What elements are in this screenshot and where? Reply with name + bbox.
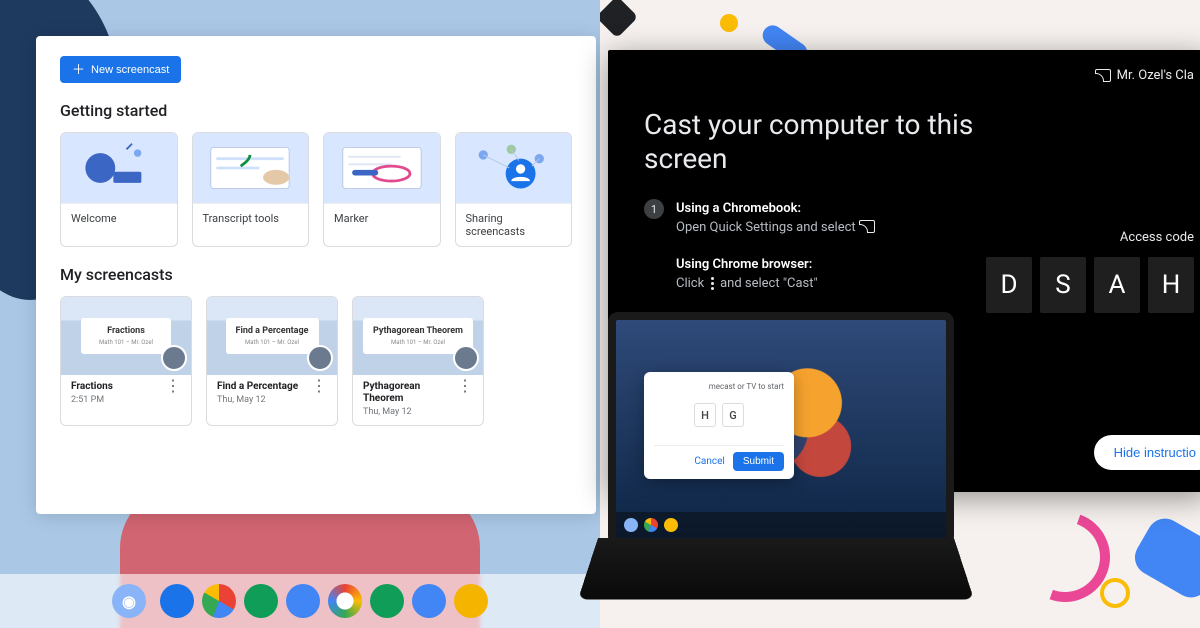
deco-shape xyxy=(600,0,638,38)
calendar-icon[interactable] xyxy=(286,584,320,618)
card-label: Transcript tools xyxy=(193,203,309,233)
new-screencast-label: New screencast xyxy=(91,64,169,76)
cancel-button[interactable]: Cancel xyxy=(694,456,724,467)
my-screencasts-heading: My screencasts xyxy=(60,265,572,284)
step-number-1: 1 xyxy=(644,199,664,219)
deco-shape xyxy=(1100,578,1130,608)
laptop-keyboard xyxy=(578,538,974,600)
marker-illustration xyxy=(324,133,440,203)
deco-shape xyxy=(720,14,738,32)
files-app-icon[interactable] xyxy=(160,584,194,618)
launcher-icon[interactable]: ◉ xyxy=(112,584,146,618)
screencast-tile[interactable]: Find a PercentageMath 101 – Mr. Ozel Fin… xyxy=(206,296,338,426)
card-sharing-screencasts[interactable]: Sharing screencasts xyxy=(455,132,573,247)
class-name-badge: Mr. Ozel's Cla xyxy=(1095,68,1194,83)
card-label: Sharing screencasts xyxy=(456,203,572,246)
chromebook-laptop: mecast or TV to start H G Cancel Submit xyxy=(598,312,958,628)
screencast-tile[interactable]: Pythagorean TheoremMath 101 – Mr. Ozel P… xyxy=(352,296,484,426)
screencast-thumbnail: Find a PercentageMath 101 – Mr. Ozel xyxy=(207,297,337,375)
access-code-label: Access code xyxy=(986,230,1194,245)
step1-body: Open Quick Settings and select xyxy=(676,220,875,235)
code-input-char[interactable]: H xyxy=(694,403,716,427)
sharing-illustration xyxy=(456,133,572,203)
my-screencasts-row: FractionsMath 101 – Mr. Ozel Fractions 2… xyxy=(60,296,572,426)
sheets-icon[interactable] xyxy=(370,584,404,618)
step2-title: Using Chrome browser: xyxy=(676,257,812,272)
slides-icon[interactable] xyxy=(454,584,488,618)
classroom-icon[interactable] xyxy=(244,584,278,618)
getting-started-row: Welcome Transcript tools Marker Sharing … xyxy=(60,132,572,247)
welcome-illustration xyxy=(61,133,177,203)
screencast-title: Fractions xyxy=(71,381,155,393)
step2-body: Click and select "Cast" xyxy=(676,276,818,291)
app-icon[interactable] xyxy=(664,518,678,532)
launcher-icon[interactable] xyxy=(624,518,638,532)
photos-icon[interactable] xyxy=(328,584,362,618)
more-options-icon[interactable]: ⋮ xyxy=(453,381,477,391)
step1-title: Using a Chromebook: xyxy=(676,201,801,216)
laptop-shelf xyxy=(616,512,946,538)
new-screencast-button[interactable]: ＋ New screencast xyxy=(60,56,181,83)
screencast-time: Thu, May 12 xyxy=(217,395,301,405)
access-code-char: D xyxy=(986,257,1032,313)
chrome-icon[interactable] xyxy=(202,584,236,618)
presenter-avatar xyxy=(307,345,333,371)
cast-code-dialog: mecast or TV to start H G Cancel Submit xyxy=(644,372,794,479)
more-options-icon[interactable]: ⋮ xyxy=(161,381,185,391)
card-label: Welcome xyxy=(61,203,177,233)
access-code-panel: Access code D S A H xyxy=(986,230,1194,313)
dialog-hint: mecast or TV to start xyxy=(654,382,784,391)
screencast-time: Thu, May 12 xyxy=(363,407,447,417)
cast-headline: Cast your computer to this screen xyxy=(644,108,974,175)
laptop-screen: mecast or TV to start H G Cancel Submit xyxy=(608,312,954,546)
getting-started-heading: Getting started xyxy=(60,101,572,120)
card-welcome[interactable]: Welcome xyxy=(60,132,178,247)
screencast-thumbnail: FractionsMath 101 – Mr. Ozel xyxy=(61,297,191,375)
kebab-icon xyxy=(711,282,714,285)
submit-button[interactable]: Submit xyxy=(733,452,784,471)
chrome-icon[interactable] xyxy=(644,518,658,532)
presenter-avatar xyxy=(453,345,479,371)
screencast-thumbnail: Pythagorean TheoremMath 101 – Mr. Ozel xyxy=(353,297,483,375)
hide-instructions-button[interactable]: Hide instructio xyxy=(1094,435,1200,470)
screencast-title: Find a Percentage xyxy=(217,381,301,393)
card-transcript-tools[interactable]: Transcript tools xyxy=(192,132,310,247)
docs-icon[interactable] xyxy=(412,584,446,618)
screencast-title: Pythagorean Theorem xyxy=(363,381,447,405)
card-marker[interactable]: Marker xyxy=(323,132,441,247)
presenter-avatar xyxy=(161,345,187,371)
plus-icon: ＋ xyxy=(72,63,85,76)
card-label: Marker xyxy=(324,203,440,233)
more-options-icon[interactable]: ⋮ xyxy=(307,381,331,391)
screencast-tile[interactable]: FractionsMath 101 – Mr. Ozel Fractions 2… xyxy=(60,296,192,426)
cast-icon xyxy=(1095,69,1111,82)
screencast-app-window: ＋ New screencast Getting started Welcome… xyxy=(36,36,596,514)
chromeos-shelf: ◉ xyxy=(0,574,600,628)
access-code-char: H xyxy=(1148,257,1194,313)
screencast-time: 2:51 PM xyxy=(71,395,155,405)
access-code-char: S xyxy=(1040,257,1086,313)
access-code-char: A xyxy=(1094,257,1140,313)
transcript-illustration xyxy=(193,133,309,203)
deco-shape xyxy=(1128,512,1200,604)
code-input-char[interactable]: G xyxy=(722,403,744,427)
cast-icon xyxy=(859,220,875,233)
